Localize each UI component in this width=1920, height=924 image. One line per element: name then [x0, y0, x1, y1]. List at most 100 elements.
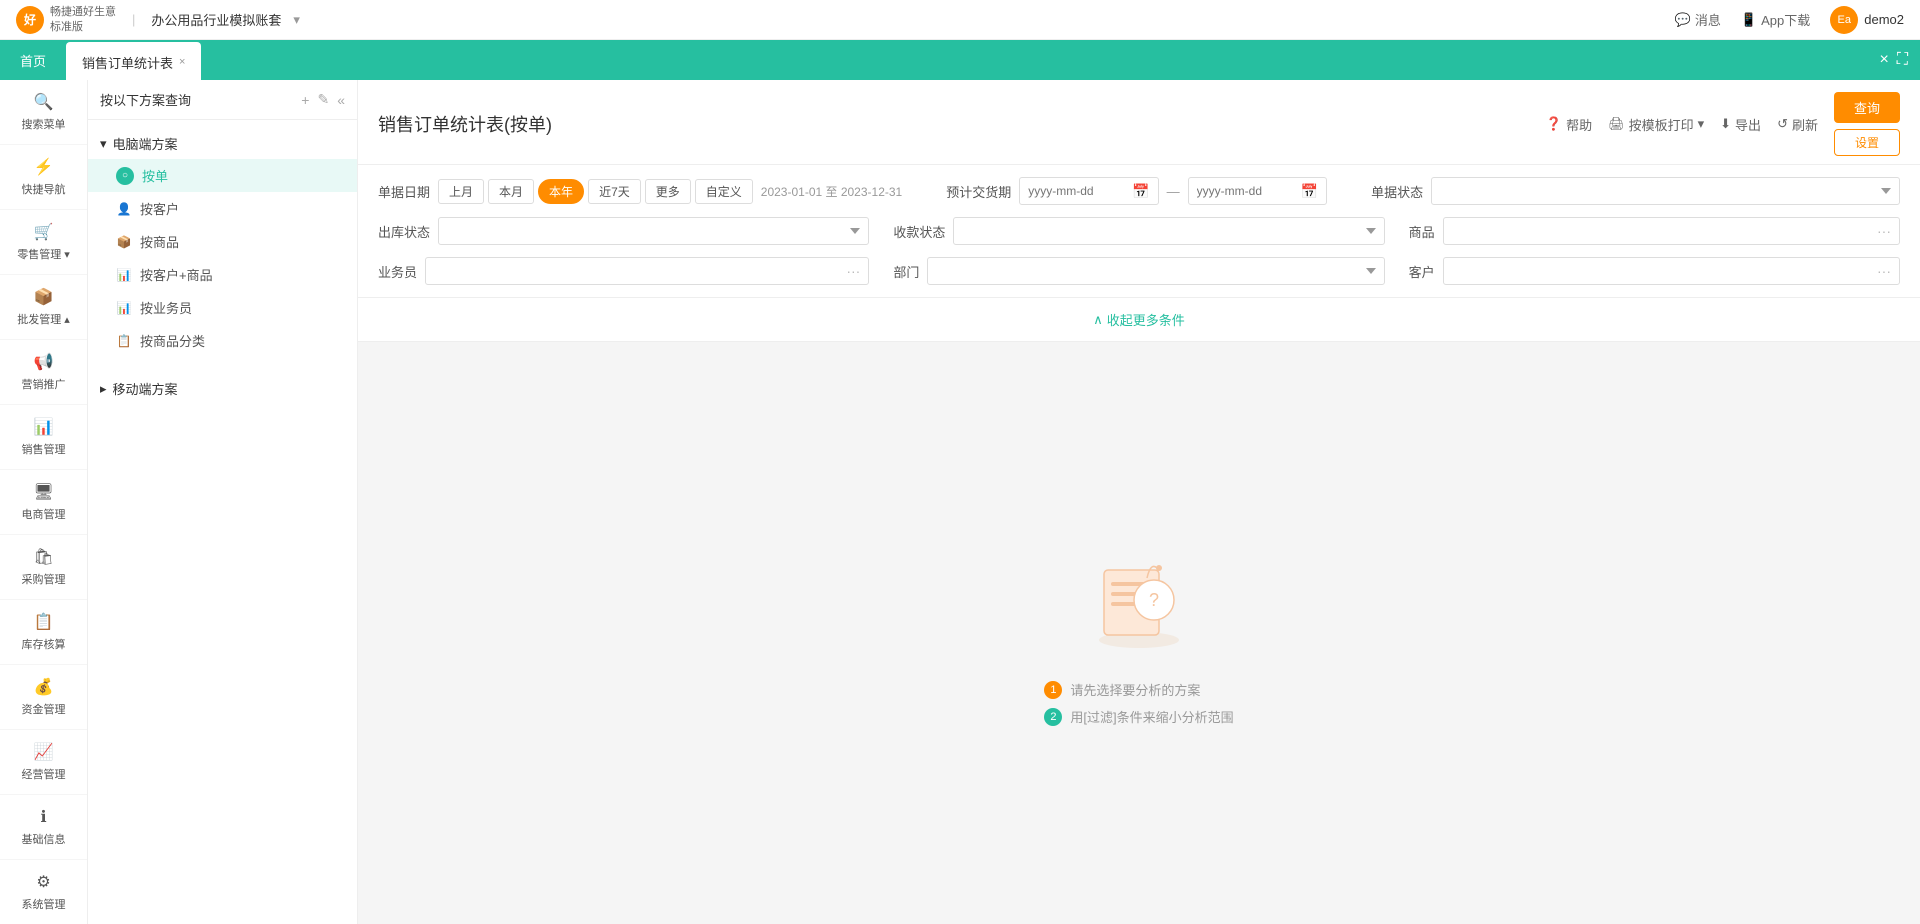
empty-hints: 1 请先选择要分析的方案 2 用[过滤]条件来缩小分析范围	[1044, 680, 1233, 726]
department-select[interactable]	[927, 257, 1384, 285]
scheme-item-bycustomer[interactable]: 👤 按客户	[88, 192, 357, 225]
scheme-collapse-btn[interactable]: «	[337, 92, 345, 108]
sidebar-item-purchase[interactable]: 🛍 采购管理	[0, 535, 87, 600]
collapse-button[interactable]: ∧ 收起更多条件	[1081, 306, 1197, 333]
page-title: 销售订单统计表(按单)	[378, 111, 552, 137]
system-icon: ⚙	[36, 872, 50, 892]
filter-cell-salesperson: 业务员 ···	[378, 257, 869, 285]
scheme-item-bygoods[interactable]: 📦 按商品	[88, 225, 357, 258]
tab-active[interactable]: 销售订单统计表 ×	[66, 42, 201, 82]
empty-state: ? 1 请先选择要分析的方案 2 用[过滤]条件来缩小分析范围	[358, 342, 1920, 924]
user-area[interactable]: Ea demo2	[1830, 6, 1904, 34]
desktop-section-header[interactable]: ▾ 电脑端方案	[88, 128, 357, 159]
scheme-panel: 按以下方案查询 + ✎ « ▾ 电脑端方案 ○ 按单	[88, 80, 358, 924]
date-btn-thisyear[interactable]: 本年	[538, 179, 584, 204]
filter-row-1: 单据日期 上月 本月 本年 近7天 更多 自定义 2023-01-01 至 20…	[378, 177, 1900, 205]
date-btn-custom[interactable]: 自定义	[695, 179, 753, 204]
date-btn-more[interactable]: 更多	[645, 179, 691, 204]
sidebar-item-ecommerce[interactable]: 🖥 电商管理	[0, 470, 87, 535]
sidebar-item-wholesale[interactable]: 📦 批发管理 ▴	[0, 275, 87, 340]
user-name: demo2	[1864, 12, 1904, 27]
goods-ellipsis[interactable]: ···	[1877, 223, 1891, 239]
tab-close-icon[interactable]: ×	[179, 56, 185, 68]
calendar-icon-1: 📅	[1132, 183, 1149, 200]
by-goods-icon: 📦	[116, 234, 132, 250]
department-select-wrapper	[927, 257, 1384, 285]
scheme-item-byfull[interactable]: ○ 按单	[88, 159, 357, 192]
scheme-item-bysalesperson[interactable]: 📊 按业务员	[88, 291, 357, 324]
expected-date-to-input[interactable]	[1197, 184, 1297, 198]
collection-select-wrapper	[953, 217, 1384, 245]
filter-cell-bill-status: 单据状态	[1371, 177, 1900, 205]
sidebar-item-operations[interactable]: 📈 经营管理	[0, 730, 87, 795]
filter-area: 单据日期 上月 本月 本年 近7天 更多 自定义 2023-01-01 至 20…	[358, 165, 1920, 298]
sidebar-item-marketing[interactable]: 📢 营销推广	[0, 340, 87, 405]
by-category-icon: 📋	[116, 333, 132, 349]
refresh-action[interactable]: ↺ 刷新	[1777, 115, 1818, 134]
help-icon: ❓	[1546, 116, 1562, 132]
goods-input-wrapper[interactable]: ···	[1443, 217, 1900, 245]
customer-ellipsis[interactable]: ···	[1877, 263, 1891, 279]
settings-button[interactable]: 设置	[1834, 129, 1900, 156]
template-print-action[interactable]: 🖨 按模板打印 ▾	[1608, 115, 1704, 134]
retail-icon: 🛒	[34, 222, 54, 242]
scheme-add-btn[interactable]: +	[301, 92, 309, 108]
salesperson-ellipsis[interactable]: ···	[846, 263, 860, 279]
tab-home[interactable]: 首页	[0, 40, 66, 80]
calendar-icon-2: 📅	[1301, 183, 1318, 200]
query-button[interactable]: 查询	[1834, 92, 1900, 123]
operations-icon: 📈	[34, 742, 54, 762]
date-btn-lastmonth[interactable]: 上月	[438, 179, 484, 204]
expected-date-to[interactable]: 📅	[1188, 177, 1327, 205]
date-btn-thismonth[interactable]: 本月	[488, 179, 534, 204]
help-action[interactable]: ❓ 帮助	[1546, 115, 1592, 134]
sidebar-item-sales[interactable]: 📊 销售管理	[0, 405, 87, 470]
sidebar-item-quicknav[interactable]: ⚡ 快捷导航	[0, 145, 87, 210]
export-action[interactable]: ⬇ 导出	[1720, 115, 1761, 134]
date-range-display: 2023-01-01 至 2023-12-31	[761, 183, 902, 200]
sidebar-item-system[interactable]: ⚙ 系统管理	[0, 860, 87, 924]
customer-input-wrapper[interactable]: ···	[1443, 257, 1900, 285]
refresh-icon: ↺	[1777, 116, 1788, 132]
export-icon: ⬇	[1720, 116, 1731, 132]
collapse-bar: ∧ 收起更多条件	[358, 298, 1920, 342]
marketing-icon: 📢	[34, 352, 54, 372]
ecommerce-icon: 🖥	[33, 482, 53, 502]
logo-icon: 好	[16, 6, 44, 34]
delivery-select-wrapper	[438, 217, 869, 245]
top-bar-right: 💬 消息 📱 App下载 Ea demo2	[1675, 6, 1904, 34]
filter-cell-collection: 收款状态	[893, 217, 1384, 245]
sidebar-item-basic[interactable]: ℹ 基础信息	[0, 795, 87, 860]
date-btn-7days[interactable]: 近7天	[588, 179, 641, 204]
filter-content: 销售订单统计表(按单) ❓ 帮助 🖨 按模板打印 ▾ ⬇ 导出	[358, 80, 1920, 924]
scheme-edit-btn[interactable]: ✎	[317, 91, 329, 108]
filter-cell-delivery: 出库状态	[378, 217, 869, 245]
message-action[interactable]: 💬 消息	[1675, 10, 1721, 29]
sidebar-item-retail[interactable]: 🛒 零售管理 ▾	[0, 210, 87, 275]
logo-area: 好 畅捷通好生意 标准版	[16, 5, 116, 34]
window-expand-btn[interactable]: ⛶	[1897, 51, 1908, 69]
window-close-btn[interactable]: ×	[1879, 51, 1888, 69]
expected-date-from-input[interactable]	[1028, 184, 1128, 198]
basic-icon: ℹ	[40, 807, 46, 827]
delivery-select[interactable]	[438, 217, 869, 245]
scheme-item-bycategory[interactable]: 📋 按商品分类	[88, 324, 357, 357]
title-dropdown-icon[interactable]: ▾	[293, 12, 300, 28]
tab-bar-actions: × ⛶	[1879, 51, 1920, 69]
page-header-actions: ❓ 帮助 🖨 按模板打印 ▾ ⬇ 导出 ↺ 刷新	[1546, 92, 1900, 156]
sidebar-item-finance[interactable]: 💰 资金管理	[0, 665, 87, 730]
expected-date-from[interactable]: 📅	[1019, 177, 1158, 205]
scheme-item-bycustomergoods[interactable]: 📊 按客户+商品	[88, 258, 357, 291]
salesperson-input-wrapper[interactable]: ···	[425, 257, 869, 285]
finance-icon: 💰	[34, 677, 54, 697]
collection-select[interactable]	[953, 217, 1384, 245]
download-icon: 📱	[1741, 12, 1757, 28]
app-download-action[interactable]: 📱 App下载	[1741, 10, 1810, 29]
mobile-section-header[interactable]: ▸ 移动端方案	[88, 373, 357, 404]
sidebar-item-search[interactable]: 🔍 搜索菜单	[0, 80, 87, 145]
bill-status-select[interactable]	[1431, 177, 1900, 205]
by-customer-icon: 👤	[116, 201, 132, 217]
by-customergoods-icon: 📊	[116, 267, 132, 283]
top-bar: 好 畅捷通好生意 标准版 | 办公用品行业模拟账套 ▾ 💬 消息 📱 App下载…	[0, 0, 1920, 40]
sidebar-item-inventory[interactable]: 📋 库存核算	[0, 600, 87, 665]
